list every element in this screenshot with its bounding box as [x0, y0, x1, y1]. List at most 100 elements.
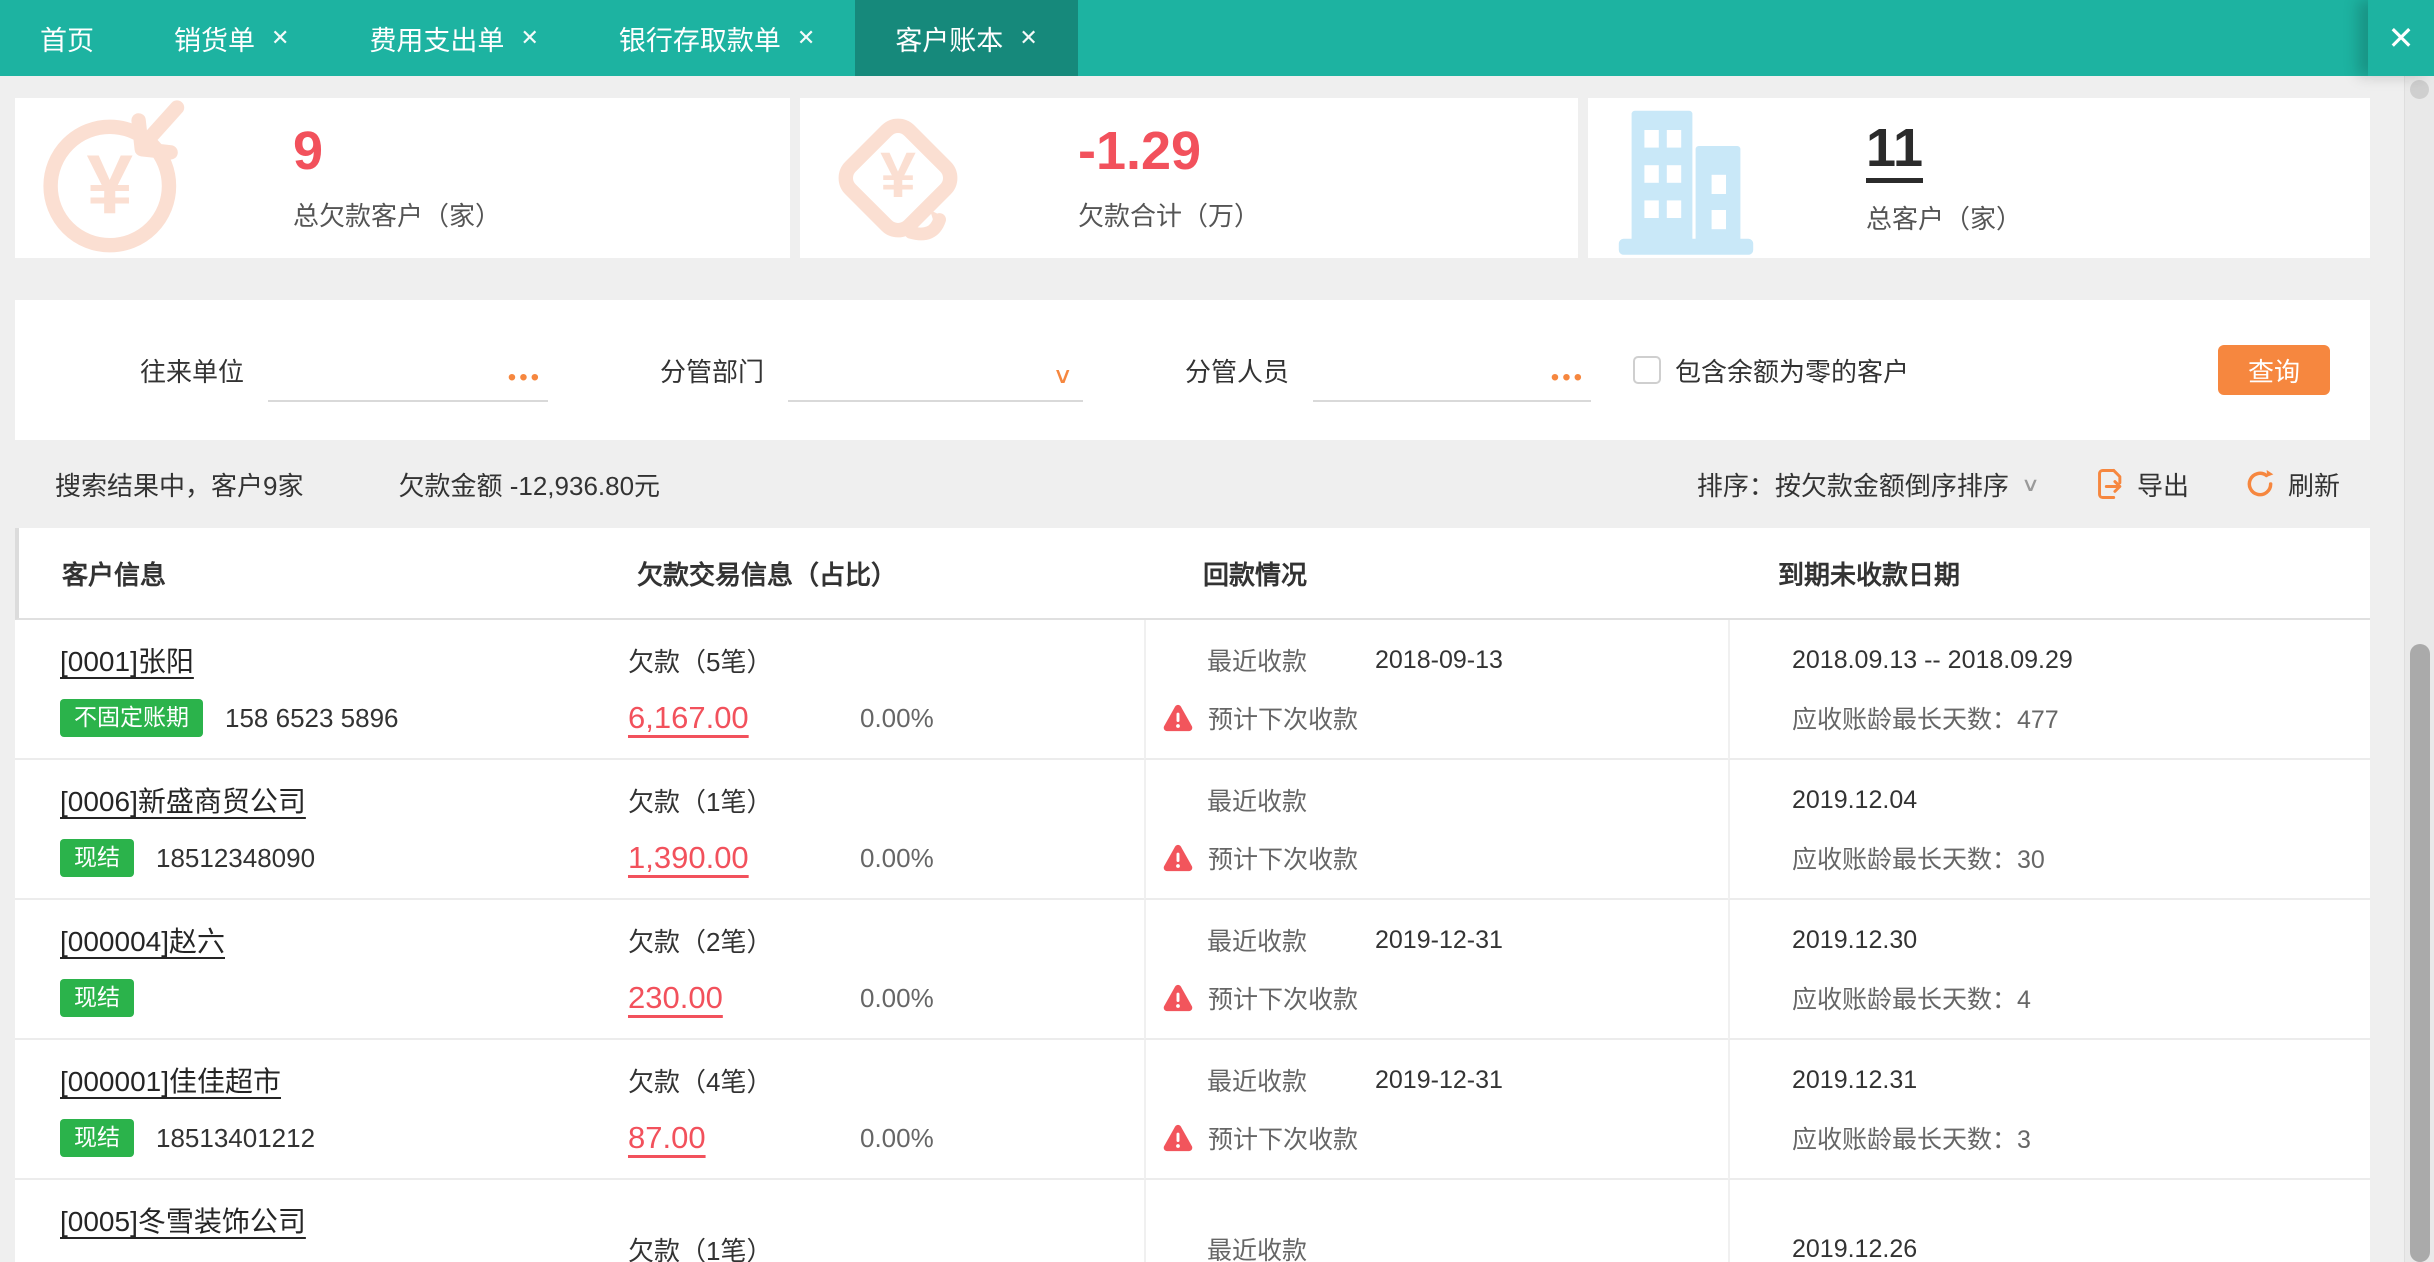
recent-payment-label: 最近收款: [1207, 1068, 1308, 1096]
table-row: [0001]张阳 不固定账期 158 6523 5896 欠款（5笔） 6,16…: [15, 620, 2370, 760]
debt-amount-link[interactable]: 1,390.00: [628, 840, 828, 876]
card-total-customers: 11 总客户（家）: [1588, 98, 2370, 258]
export-icon: [2098, 468, 2122, 500]
filter-panel: 往来单位 ••• 分管部门 ∨ 分管人员 ••• 包含余额为零的客户 查询: [15, 300, 2370, 440]
customer-name-link[interactable]: [0006]新盛商贸公司: [60, 780, 306, 820]
refresh-icon: [2247, 470, 2274, 497]
recent-payment-date: 2019-12-31: [1375, 925, 1503, 954]
sort-dropdown[interactable]: 排序：按欠款金额倒序排序 ∨: [1697, 466, 2040, 503]
tab-customer-ledger[interactable]: 客户账本 ✕: [855, 0, 1078, 76]
next-payment-label: 预计下次收款: [1208, 986, 1359, 1014]
svg-text:¥: ¥: [880, 139, 916, 211]
tab-close-icon[interactable]: ✕: [797, 27, 815, 49]
results-summary: 搜索结果中，客户9家: [55, 470, 304, 501]
debt-percent: 0.00%: [860, 1122, 934, 1153]
debt-amount-link[interactable]: 230.00: [628, 980, 828, 1016]
refresh-button[interactable]: 刷新: [2244, 466, 2340, 503]
results-bar: 搜索结果中，客户9家 欠款金额 -12,936.80元 排序：按欠款金额倒序排序…: [15, 440, 2370, 528]
tab-label: 销货单: [174, 25, 255, 56]
filter-label-department: 分管部门: [660, 356, 765, 387]
tab-label: 客户账本: [895, 25, 1004, 56]
customer-phone: 18513401212: [156, 1122, 316, 1153]
card-total-debt-customers: ¥ 9 总欠款客户（家）: [15, 98, 790, 258]
department-select[interactable]: ∨: [788, 338, 1084, 402]
customer-name-link[interactable]: [000001]佳佳超市: [60, 1060, 281, 1100]
chevron-down-icon[interactable]: ∨: [1053, 362, 1074, 388]
recent-payment-date: 2019-12-31: [1375, 1065, 1503, 1094]
debt-percent: 0.00%: [860, 982, 934, 1013]
tab-sales-order[interactable]: 销货单 ✕: [134, 0, 329, 76]
tab-bank[interactable]: 银行存取款单 ✕: [579, 0, 855, 76]
stat-value: -1.29: [1078, 121, 1202, 182]
top-tab-bar: 首页 销货单 ✕ 费用支出单 ✕ 银行存取款单 ✕ 客户账本 ✕: [0, 0, 2434, 76]
ellipsis-icon[interactable]: •••: [1551, 364, 1585, 392]
customer-name-link[interactable]: [000004]赵六: [60, 920, 225, 960]
tab-home[interactable]: 首页: [0, 0, 134, 76]
tab-close-icon[interactable]: ✕: [520, 27, 538, 49]
warning-icon: [1163, 844, 1193, 872]
counterparty-input[interactable]: •••: [268, 338, 549, 402]
aging-days: 应收账龄最长天数：30: [1792, 846, 2045, 874]
stat-value: 9: [293, 121, 324, 182]
debt-count-label: 欠款（5笔）: [628, 646, 773, 677]
settlement-badge: 不固定账期: [60, 699, 203, 737]
export-label: 导出: [2136, 470, 2189, 501]
due-date-range: 2018.09.13 -- 2018.09.29: [1792, 645, 2073, 674]
zero-balance-checkbox-label: 包含余额为零的客户: [1675, 356, 1910, 387]
settlement-badge: 现结: [60, 979, 134, 1017]
ellipsis-icon[interactable]: •••: [508, 364, 542, 392]
stat-label: 总客户（家）: [1866, 204, 2023, 235]
zero-balance-checkbox[interactable]: [1633, 356, 1661, 384]
due-date-range: 2019.12.04: [1792, 785, 1918, 814]
col-header-debt: 欠款交易信息（占比）: [592, 528, 1144, 620]
tab-label: 费用支出单: [369, 25, 505, 56]
customer-phone: 158 6523 5896: [225, 702, 399, 733]
col-header-customer: 客户信息: [15, 528, 592, 620]
tab-expense[interactable]: 费用支出单 ✕: [329, 0, 578, 76]
recent-payment-date: 2018-09-13: [1375, 645, 1503, 674]
scrollbar-top-cap: [2410, 80, 2429, 99]
recent-payment-label: 最近收款: [1207, 788, 1308, 816]
stat-label: 总欠款客户（家）: [293, 200, 502, 231]
settlement-badge: 现结: [60, 839, 134, 877]
next-payment-label: 预计下次收款: [1208, 1126, 1359, 1154]
scrollbar-thumb[interactable]: [2410, 644, 2430, 1262]
debt-percent: 0.00%: [860, 842, 934, 873]
customer-table: 客户信息 欠款交易信息（占比） 回款情况 到期未收款日期 [0001]张阳 不固…: [15, 528, 2370, 1262]
due-date-range: 2019.12.31: [1792, 1065, 1918, 1094]
export-button[interactable]: 导出: [2095, 466, 2189, 503]
tab-close-icon[interactable]: ✕: [1019, 27, 1037, 49]
aging-days: 应收账龄最长天数：3: [1792, 1126, 2031, 1154]
card-total-debt-amount: ¥ -1.29 欠款合计（万）: [800, 98, 1578, 258]
customer-name-link[interactable]: [0005]冬雪装饰公司: [60, 1200, 306, 1240]
scrollbar-track[interactable]: [2404, 76, 2434, 1262]
col-header-due-date: 到期未收款日期: [1728, 528, 2370, 620]
search-button[interactable]: 查询: [2218, 345, 2330, 395]
svg-text:¥: ¥: [87, 138, 133, 231]
yen-tag-icon: ¥: [838, 118, 958, 241]
refresh-label: 刷新: [2287, 470, 2340, 501]
debt-percent: 0.00%: [860, 702, 934, 733]
customer-name-link[interactable]: [0001]张阳: [60, 640, 194, 680]
table-row: [0005]冬雪装饰公司 欠款（1笔） 最近收款 2019.12.26: [15, 1180, 2370, 1262]
next-payment-label: 预计下次收款: [1208, 846, 1359, 874]
customer-phone: 18512348090: [156, 842, 316, 873]
recent-payment-label: 最近收款: [1207, 648, 1308, 676]
tab-close-icon[interactable]: ✕: [271, 27, 289, 49]
tab-label: 首页: [40, 25, 94, 56]
stat-value-link[interactable]: 11: [1866, 119, 1924, 184]
settlement-badge: 现结: [60, 1119, 134, 1157]
warning-icon: [1163, 704, 1193, 732]
close-icon[interactable]: ✕: [2368, 0, 2434, 76]
results-amount-value: -12,936.80元: [509, 470, 661, 501]
recent-payment-label: 最近收款: [1207, 928, 1308, 956]
filter-label-staff: 分管人员: [1185, 356, 1290, 387]
debt-count-label: 欠款（1笔）: [628, 1235, 773, 1262]
filter-label-counterparty: 往来单位: [140, 356, 245, 387]
debt-count-label: 欠款（1笔）: [628, 786, 773, 817]
stat-label: 欠款合计（万）: [1078, 200, 1261, 231]
debt-amount-link[interactable]: 87.00: [628, 1120, 828, 1156]
staff-input[interactable]: •••: [1313, 338, 1592, 402]
debt-amount-link[interactable]: 6,167.00: [628, 700, 828, 736]
debt-count-label: 欠款（2笔）: [628, 926, 773, 957]
